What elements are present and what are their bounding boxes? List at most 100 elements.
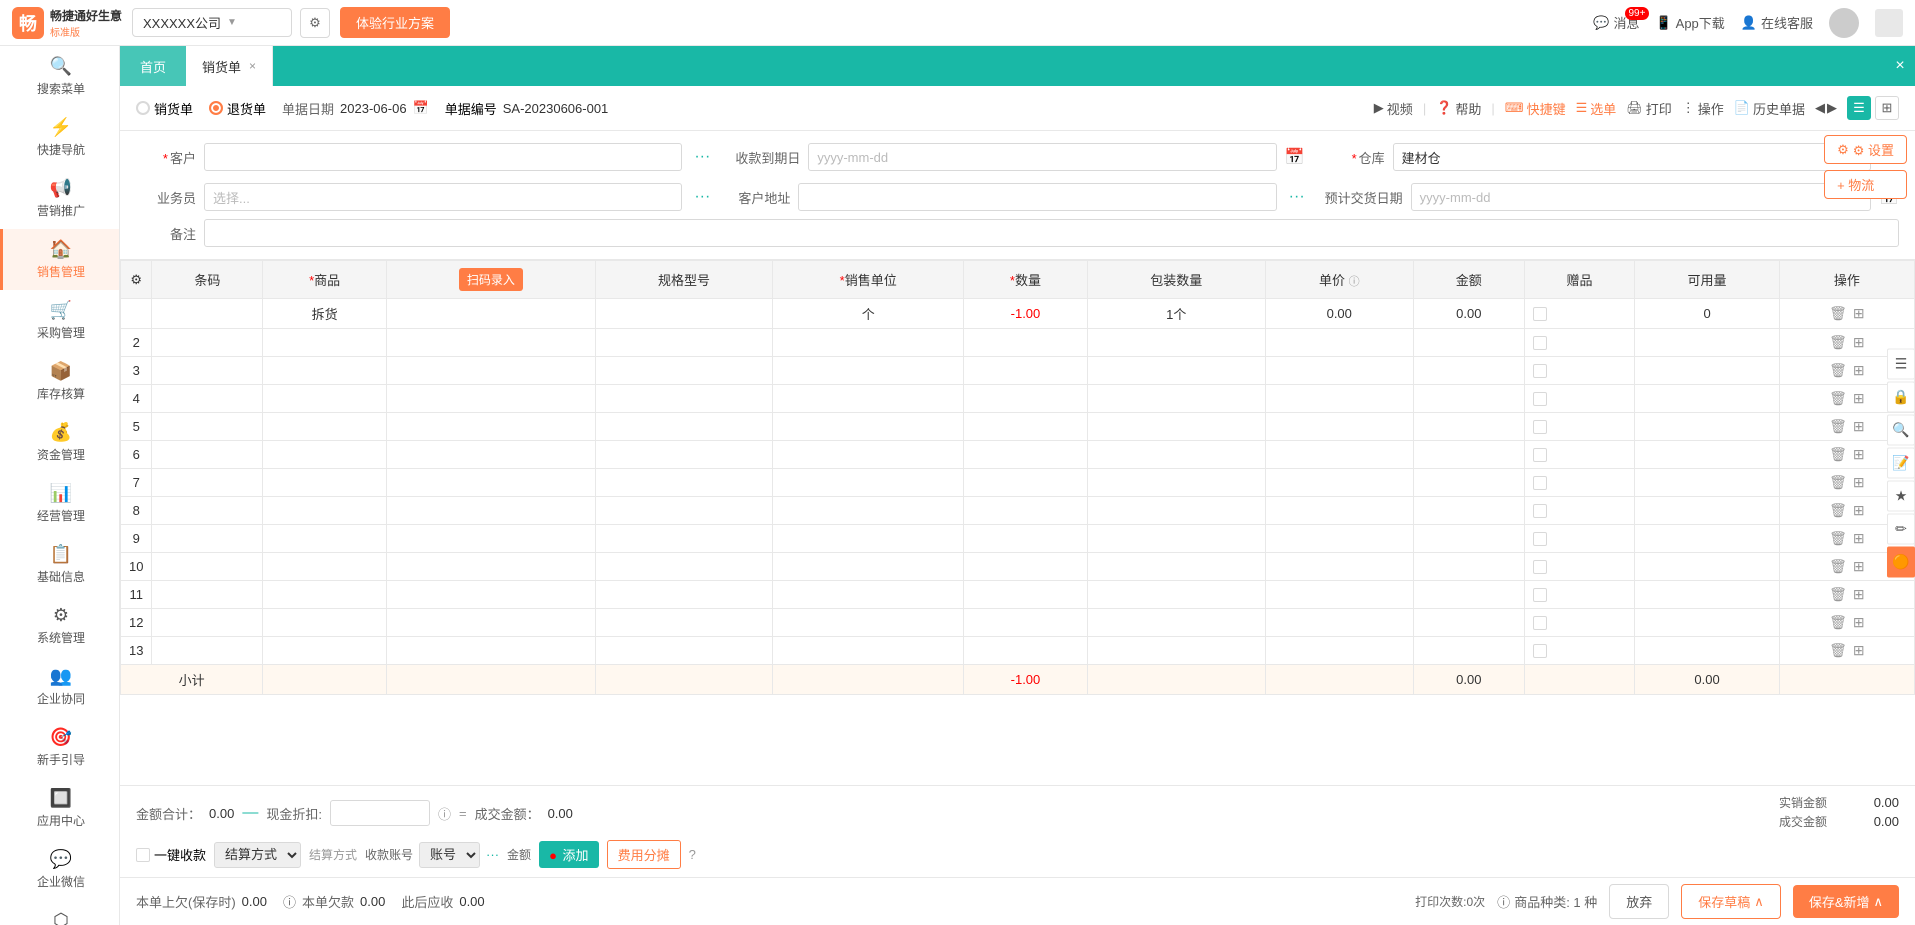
delete-icon[interactable]: 🗑 <box>1829 558 1847 575</box>
account-more-icon[interactable]: ··· <box>486 847 499 862</box>
tab-sales-order[interactable]: 销货单 × <box>186 46 273 86</box>
side-action-lock[interactable]: 🔒 <box>1887 381 1915 412</box>
sidebar-item-system[interactable]: ⚙ 系统管理 <box>0 595 119 656</box>
prev-record-button[interactable]: ◀ <box>1815 100 1825 116</box>
copy-icon[interactable]: ⊞ <box>1853 642 1865 659</box>
row1-spec[interactable] <box>387 299 596 329</box>
customer-addr-more-icon[interactable]: ··· <box>1289 188 1305 206</box>
copy-icon[interactable]: ⊞ <box>1853 614 1865 631</box>
delete-icon[interactable]: 🗑 <box>1829 418 1847 435</box>
copy-icon[interactable]: ⊞ <box>1853 502 1865 519</box>
discard-button[interactable]: 放弃 <box>1609 884 1669 919</box>
side-action-note[interactable]: 📝 <box>1887 447 1915 478</box>
shortcut-button[interactable]: ⌨ 快捷键 <box>1505 99 1566 118</box>
sidebar-item-finance[interactable]: 💰 资金管理 <box>0 412 119 473</box>
copy-icon[interactable]: ⊞ <box>1853 334 1865 351</box>
product-type-selector[interactable]: ⓘ 商品种类: 1 种 <box>1497 892 1597 911</box>
history-button[interactable]: 📄 历史单据 <box>1734 99 1805 118</box>
copy-icon[interactable]: ⊞ <box>1853 558 1865 575</box>
copy-icon[interactable]: ⊞ <box>1853 418 1865 435</box>
salesman-input[interactable]: 选择... <box>204 183 682 211</box>
scan-button[interactable]: 扫码录入 <box>459 268 523 291</box>
select-button[interactable]: ☰ 选单 <box>1576 99 1617 118</box>
delivery-date-input[interactable]: yyyy-mm-dd <box>1411 183 1871 211</box>
company-select[interactable]: XXXXXX公司 ▼ <box>132 8 292 37</box>
row1-unit[interactable]: 个 <box>773 299 964 329</box>
sidebar-item-nav[interactable]: ⚡ 快捷导航 <box>0 107 119 168</box>
online-service-button[interactable]: 👤 在线客服 <box>1741 13 1813 32</box>
sidebar-item-wechat[interactable]: 💬 企业微信 <box>0 839 119 900</box>
save-new-button[interactable]: 保存&新增 ∧ <box>1793 885 1899 918</box>
fee-help-icon[interactable]: ? <box>689 847 696 862</box>
copy-icon[interactable]: ⊞ <box>1853 474 1865 491</box>
next-record-button[interactable]: ▶ <box>1827 100 1837 116</box>
delete-icon[interactable]: 🗑 <box>1829 334 1847 351</box>
radio-return[interactable]: 退货单 <box>209 99 266 118</box>
row1-pkg[interactable]: 1个 <box>1087 299 1265 329</box>
copy-icon[interactable]: ⊞ <box>1853 390 1865 407</box>
customer-more-icon[interactable]: ··· <box>694 148 710 166</box>
delete-icon[interactable]: 🗑 <box>1829 446 1847 463</box>
settings-button[interactable]: ⚙ <box>300 8 330 38</box>
copy-icon[interactable]: ⊞ <box>1853 362 1865 379</box>
delete-icon[interactable]: 🗑 <box>1829 474 1847 491</box>
row1-gift[interactable] <box>1524 299 1635 329</box>
calc-method-select[interactable]: 结算方式 <box>214 842 301 868</box>
message-button[interactable]: 💬 消息 99+ <box>1593 13 1639 32</box>
row1-spec2[interactable] <box>595 299 773 329</box>
sidebar-item-search[interactable]: 🔍 搜索菜单 <box>0 46 119 107</box>
radio-sale[interactable]: 销货单 <box>136 99 193 118</box>
col-settings[interactable]: ⚙ <box>121 261 152 299</box>
close-all-tabs-button[interactable]: × <box>1885 46 1915 86</box>
delete-icon[interactable]: 🗑 <box>1829 390 1847 407</box>
sidebar-item-guide[interactable]: 🎯 新手引导 <box>0 717 119 778</box>
delete-icon[interactable]: 🗑 <box>1829 502 1847 519</box>
row1-price[interactable]: 0.00 <box>1265 299 1413 329</box>
delete-icon[interactable]: 🗑 <box>1829 362 1847 379</box>
discount-help-icon[interactable]: ⓘ <box>438 804 451 823</box>
warehouse-input[interactable]: 建材仓 <box>1393 143 1871 171</box>
row1-product[interactable]: 拆货 <box>263 299 387 329</box>
discount-input[interactable] <box>330 800 430 826</box>
more-button[interactable] <box>1875 9 1903 37</box>
salesman-more-icon[interactable]: ··· <box>694 188 710 206</box>
sidebar-item-sales[interactable]: 🏠 销售管理 <box>0 229 119 290</box>
account-no-select[interactable]: 账号 <box>419 842 480 868</box>
sidebar-item-apps[interactable]: 🔲 应用中心 <box>0 778 119 839</box>
tab-close-icon[interactable]: × <box>249 59 256 73</box>
copy-icon[interactable]: ⊞ <box>1853 586 1865 603</box>
sidebar-item-purchase[interactable]: 🛒 采购管理 <box>0 290 119 351</box>
customer-input[interactable] <box>204 143 682 171</box>
trial-button[interactable]: 体验行业方案 <box>340 7 450 38</box>
side-action-star[interactable]: ★ <box>1887 480 1915 511</box>
date-calendar-icon[interactable]: 📅 <box>413 100 429 116</box>
sidebar-item-inventory[interactable]: 📦 库存核算 <box>0 351 119 412</box>
print-button[interactable]: 🖨 打印 <box>1626 99 1672 118</box>
side-action-orange[interactable]: 🟠 <box>1887 546 1915 577</box>
delete-icon[interactable]: 🗑 <box>1829 642 1847 659</box>
side-action-search[interactable]: 🔍 <box>1887 414 1915 445</box>
sidebar-item-basic[interactable]: 📋 基础信息 <box>0 534 119 595</box>
row1-copy-icon[interactable]: ⊞ <box>1853 305 1865 322</box>
copy-icon[interactable]: ⊞ <box>1853 530 1865 547</box>
sidebar-item-collab[interactable]: 👥 企业协同 <box>0 656 119 717</box>
save-draft-button[interactable]: 保存草稿 ∧ <box>1681 884 1781 919</box>
sidebar-item-member[interactable]: ⬡ 畅会员 <box>0 900 119 925</box>
row1-delete-icon[interactable]: 🗑 <box>1829 305 1847 322</box>
customer-addr-input[interactable] <box>798 183 1276 211</box>
side-action-edit[interactable]: ✏ <box>1887 513 1915 544</box>
note-input[interactable] <box>204 219 1899 247</box>
operation-button[interactable]: ⋮ 操作 <box>1682 99 1724 118</box>
app-download-button[interactable]: 📱 App下载 <box>1655 13 1724 32</box>
fee-split-button[interactable]: 费用分摊 <box>607 840 681 869</box>
logistics-button[interactable]: + 物流 <box>1824 170 1907 199</box>
delete-icon[interactable]: 🗑 <box>1829 586 1847 603</box>
help-button[interactable]: ❓ 帮助 <box>1436 99 1481 118</box>
delete-icon[interactable]: 🗑 <box>1829 530 1847 547</box>
due-date-input[interactable]: yyyy-mm-dd <box>808 143 1276 171</box>
copy-icon[interactable]: ⊞ <box>1853 446 1865 463</box>
due-date-calendar-icon[interactable]: 📅 <box>1285 147 1305 167</box>
tab-home[interactable]: 首页 <box>120 46 186 86</box>
row1-amount[interactable]: 0.00 <box>1413 299 1524 329</box>
list-view-button[interactable]: ☰ <box>1847 96 1871 120</box>
